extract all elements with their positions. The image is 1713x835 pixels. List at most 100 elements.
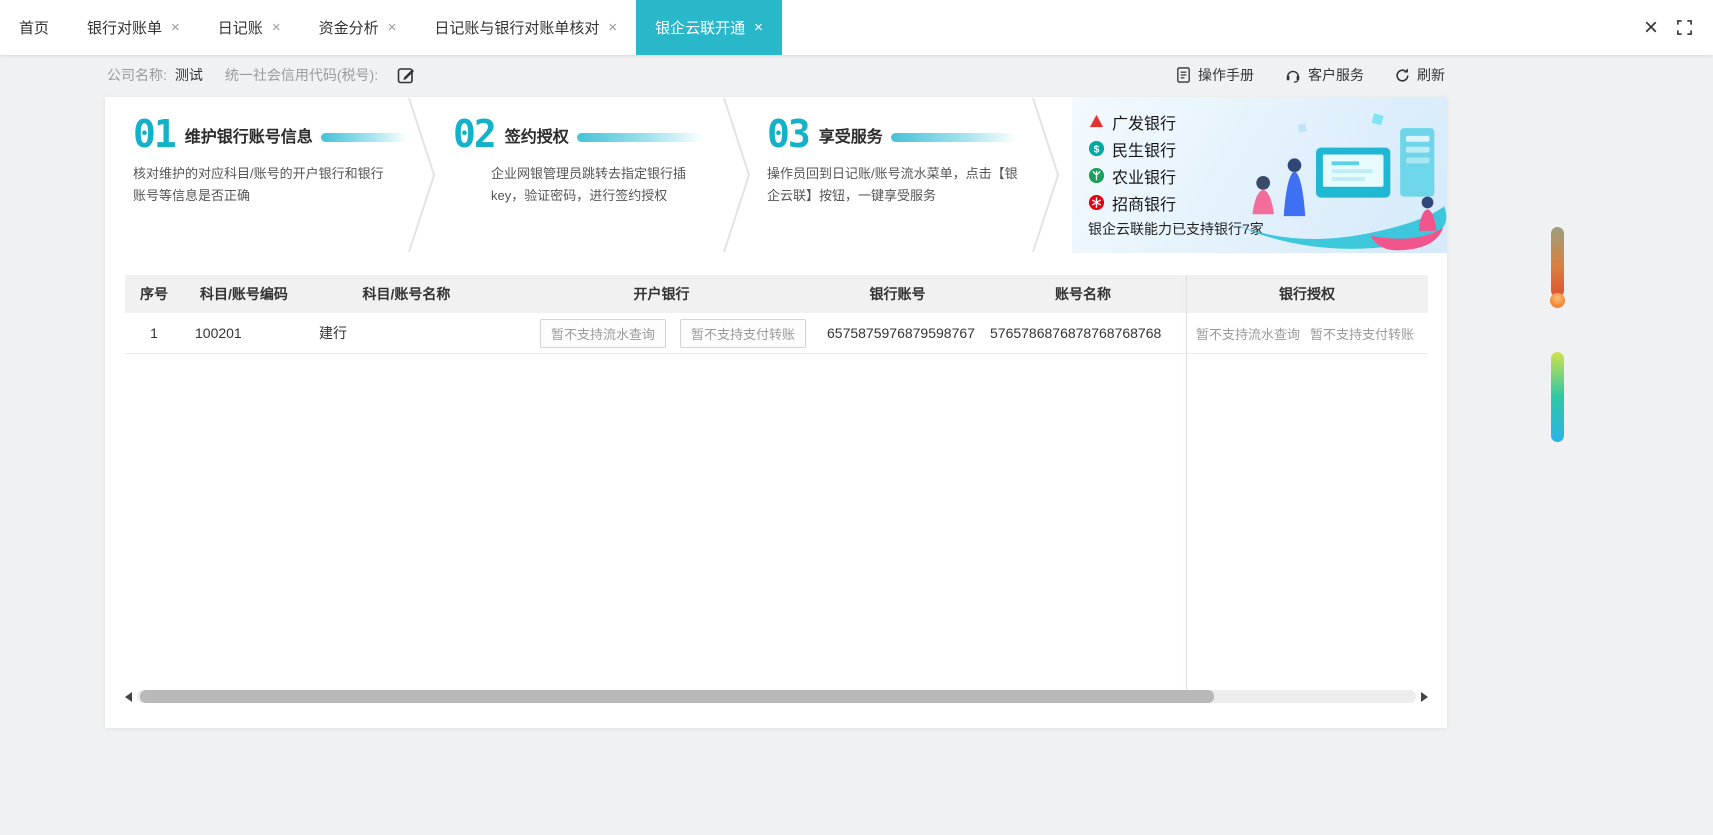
tab-close-icon[interactable]: × bbox=[388, 20, 397, 35]
tab-journal[interactable]: 日记账 × bbox=[199, 0, 300, 55]
table-row[interactable]: 1 100201 建行 暂不支持流水查询 暂不支持支付转账 6575875976… bbox=[125, 313, 1428, 354]
col-header-index: 序号 bbox=[140, 286, 168, 302]
tab-label: 首页 bbox=[19, 20, 50, 37]
bank-name: 农业银行 bbox=[1112, 169, 1177, 187]
cell-account-title: 5765786876878768768768 bbox=[990, 325, 1162, 341]
accounts-table: 序号 科目/账号编码 科目/账号名称 开户银行 银行账号 账号名称 银行授权 1… bbox=[125, 275, 1428, 354]
horizontal-scrollbar[interactable] bbox=[125, 689, 1428, 704]
cell-opening-bank: 暂不支持流水查询 暂不支持支付转账 bbox=[508, 318, 815, 348]
minsheng-bank-icon: $ bbox=[1088, 140, 1105, 157]
cell-bank-account: 6575875976879598767 bbox=[827, 325, 975, 341]
cell-account-name: 建行 bbox=[319, 325, 347, 341]
agricultural-bank-icon bbox=[1088, 167, 1105, 184]
step-title: 签约授权 bbox=[504, 129, 569, 147]
title-underline-swoosh bbox=[576, 133, 703, 143]
cell-index: 1 bbox=[150, 325, 158, 341]
col-header-account-title: 账号名称 bbox=[1055, 286, 1111, 302]
company-name-label: 公司名称: bbox=[107, 67, 167, 83]
tab-bank-statement[interactable]: 银行对账单 × bbox=[68, 0, 199, 55]
bank-name: 民生银行 bbox=[1112, 142, 1177, 160]
auth-status-payment: 暂不支持支付转账 bbox=[1310, 326, 1415, 342]
tab-close-icon[interactable]: × bbox=[171, 20, 180, 35]
auth-status-flow: 暂不支持流水查询 bbox=[1196, 326, 1301, 342]
bank-item-agricultural: 农业银行 bbox=[1088, 162, 1176, 189]
cell-account-code: 100201 bbox=[195, 325, 242, 341]
manual-button[interactable]: 操作手册 bbox=[1175, 65, 1254, 85]
tabbar-window-controls: × bbox=[1624, 0, 1713, 55]
cmb-bank-icon bbox=[1088, 194, 1105, 211]
tab-close-icon[interactable]: × bbox=[608, 20, 617, 35]
refresh-label: 刷新 bbox=[1417, 67, 1445, 83]
bank-list: 广发银行 $ 民生银行 农业银行 招商银行 bbox=[1088, 108, 1176, 216]
status-badge-no-payment: 暂不支持支付转账 bbox=[680, 318, 807, 348]
step-description: 操作员回到日记账/账号流水菜单，点击【银企云联】按钮，一键享受服务 bbox=[767, 166, 1018, 204]
step-title: 享受服务 bbox=[818, 129, 883, 147]
tab-label: 银企云联开通 bbox=[655, 20, 746, 37]
edit-icon[interactable] bbox=[396, 65, 416, 85]
chevron-separator-icon bbox=[723, 97, 751, 253]
chevron-separator-icon bbox=[1032, 97, 1060, 253]
refresh-button[interactable]: 刷新 bbox=[1394, 65, 1445, 85]
step-description: 企业网银管理员跳转去指定银行插key，验证密码，进行签约授权 bbox=[491, 166, 687, 204]
svg-text:$: $ bbox=[1094, 144, 1100, 155]
tab-home[interactable]: 首页 bbox=[0, 0, 68, 55]
table-header-row: 序号 科目/账号编码 科目/账号名称 开户银行 银行账号 账号名称 银行授权 bbox=[125, 275, 1428, 313]
step-enjoy-service: 03 享受服务 操作员回到日记账/账号流水菜单，点击【银企云联】按钮，一键享受服… bbox=[767, 112, 1022, 207]
tab-label: 银行对账单 bbox=[87, 20, 163, 37]
col-header-opening-bank: 开户银行 bbox=[633, 286, 690, 302]
page-toolbar: 公司名称: 测试 统一社会信用代码(税号): 操作手册 客户服务 刷新 bbox=[0, 55, 1713, 95]
tab-journal-bank-reconcile[interactable]: 日记账与银行对账单核对 × bbox=[415, 0, 636, 55]
tab-close-icon[interactable]: × bbox=[272, 20, 281, 35]
cell-bank-auth: 暂不支持流水查询 暂不支持支付转账 bbox=[1186, 324, 1428, 343]
title-underline-swoosh bbox=[890, 133, 1017, 143]
scroll-left-arrow-icon[interactable] bbox=[125, 691, 132, 702]
step-maintain-account: 01 维护银行账号信息 核对维护的对应科目/账号的开户银行和银行账号等信息是否正… bbox=[133, 112, 407, 207]
col-header-account-name: 科目/账号名称 bbox=[362, 286, 451, 302]
guangfa-bank-icon bbox=[1089, 114, 1104, 128]
fullscreen-icon[interactable] bbox=[1676, 19, 1693, 36]
headset-icon bbox=[1286, 70, 1300, 83]
tab-label: 日记账与银行对账单核对 bbox=[434, 20, 600, 37]
step-title: 维护银行账号信息 bbox=[184, 129, 313, 147]
toolbar-actions: 操作手册 客户服务 刷新 bbox=[1175, 65, 1445, 85]
step-description: 核对维护的对应科目/账号的开户银行和银行账号等信息是否正确 bbox=[133, 166, 384, 204]
tab-bank-cloud-link[interactable]: 银企云联开通 × bbox=[636, 0, 782, 55]
col-header-account-code: 科目/账号编码 bbox=[200, 286, 288, 302]
bank-item-guangfa: 广发银行 bbox=[1088, 108, 1176, 135]
tab-label: 日记账 bbox=[217, 20, 263, 37]
title-underline-swoosh bbox=[320, 133, 407, 143]
customer-service-button[interactable]: 客户服务 bbox=[1284, 65, 1364, 85]
gradient-indicator-orange-dot bbox=[1550, 293, 1565, 308]
onboarding-steps: 01 维护银行账号信息 核对维护的对应科目/账号的开户银行和银行账号等信息是否正… bbox=[105, 97, 1072, 253]
company-name-value: 测试 bbox=[174, 67, 203, 83]
scrollbar-thumb[interactable] bbox=[140, 690, 1215, 703]
tax-code-label: 统一社会信用代码(税号): bbox=[224, 67, 379, 83]
tab-bar: 首页 银行对账单 × 日记账 × 资金分析 × 日记账与银行对账单核对 × 银企… bbox=[0, 0, 1713, 55]
step-number: 03 bbox=[767, 112, 811, 156]
fixed-column-divider bbox=[1186, 275, 1187, 690]
scrollbar-track[interactable] bbox=[137, 690, 1416, 703]
chevron-separator-icon bbox=[408, 97, 436, 253]
supported-banks-summary: 银企云联能力已支持银行7家 bbox=[1088, 221, 1264, 237]
bank-item-minsheng: $ 民生银行 bbox=[1088, 135, 1176, 162]
tab-close-icon[interactable]: × bbox=[754, 20, 763, 35]
main-card: 01 维护银行账号信息 核对维护的对应科目/账号的开户银行和银行账号等信息是否正… bbox=[105, 97, 1447, 728]
step-number: 02 bbox=[453, 112, 497, 156]
bank-item-cmb: 招商银行 bbox=[1088, 189, 1176, 216]
company-info: 公司名称: 测试 统一社会信用代码(税号): bbox=[107, 65, 416, 85]
step-sign-authorize: 02 签约授权 企业网银管理员跳转去指定银行插key，验证密码，进行签约授权 bbox=[453, 112, 713, 207]
document-icon bbox=[1177, 67, 1190, 83]
customer-service-label: 客户服务 bbox=[1308, 67, 1364, 83]
status-badge-no-flow-query: 暂不支持流水查询 bbox=[540, 318, 667, 348]
scroll-right-arrow-icon[interactable] bbox=[1421, 691, 1428, 702]
tab-fund-analysis[interactable]: 资金分析 × bbox=[300, 0, 416, 55]
tab-label: 资金分析 bbox=[318, 20, 379, 37]
col-header-bank-account: 银行账号 bbox=[869, 286, 926, 302]
refresh-icon bbox=[1396, 67, 1409, 82]
gradient-indicator-teal bbox=[1551, 352, 1564, 442]
manual-label: 操作手册 bbox=[1198, 67, 1254, 83]
step-number: 01 bbox=[133, 112, 177, 156]
supported-banks-panel: 广发银行 $ 民生银行 农业银行 招商银行 银企云联能力已支持银行7家 bbox=[1072, 97, 1447, 253]
gradient-indicator-orange bbox=[1551, 227, 1564, 297]
window-close-icon[interactable]: × bbox=[1644, 15, 1658, 40]
